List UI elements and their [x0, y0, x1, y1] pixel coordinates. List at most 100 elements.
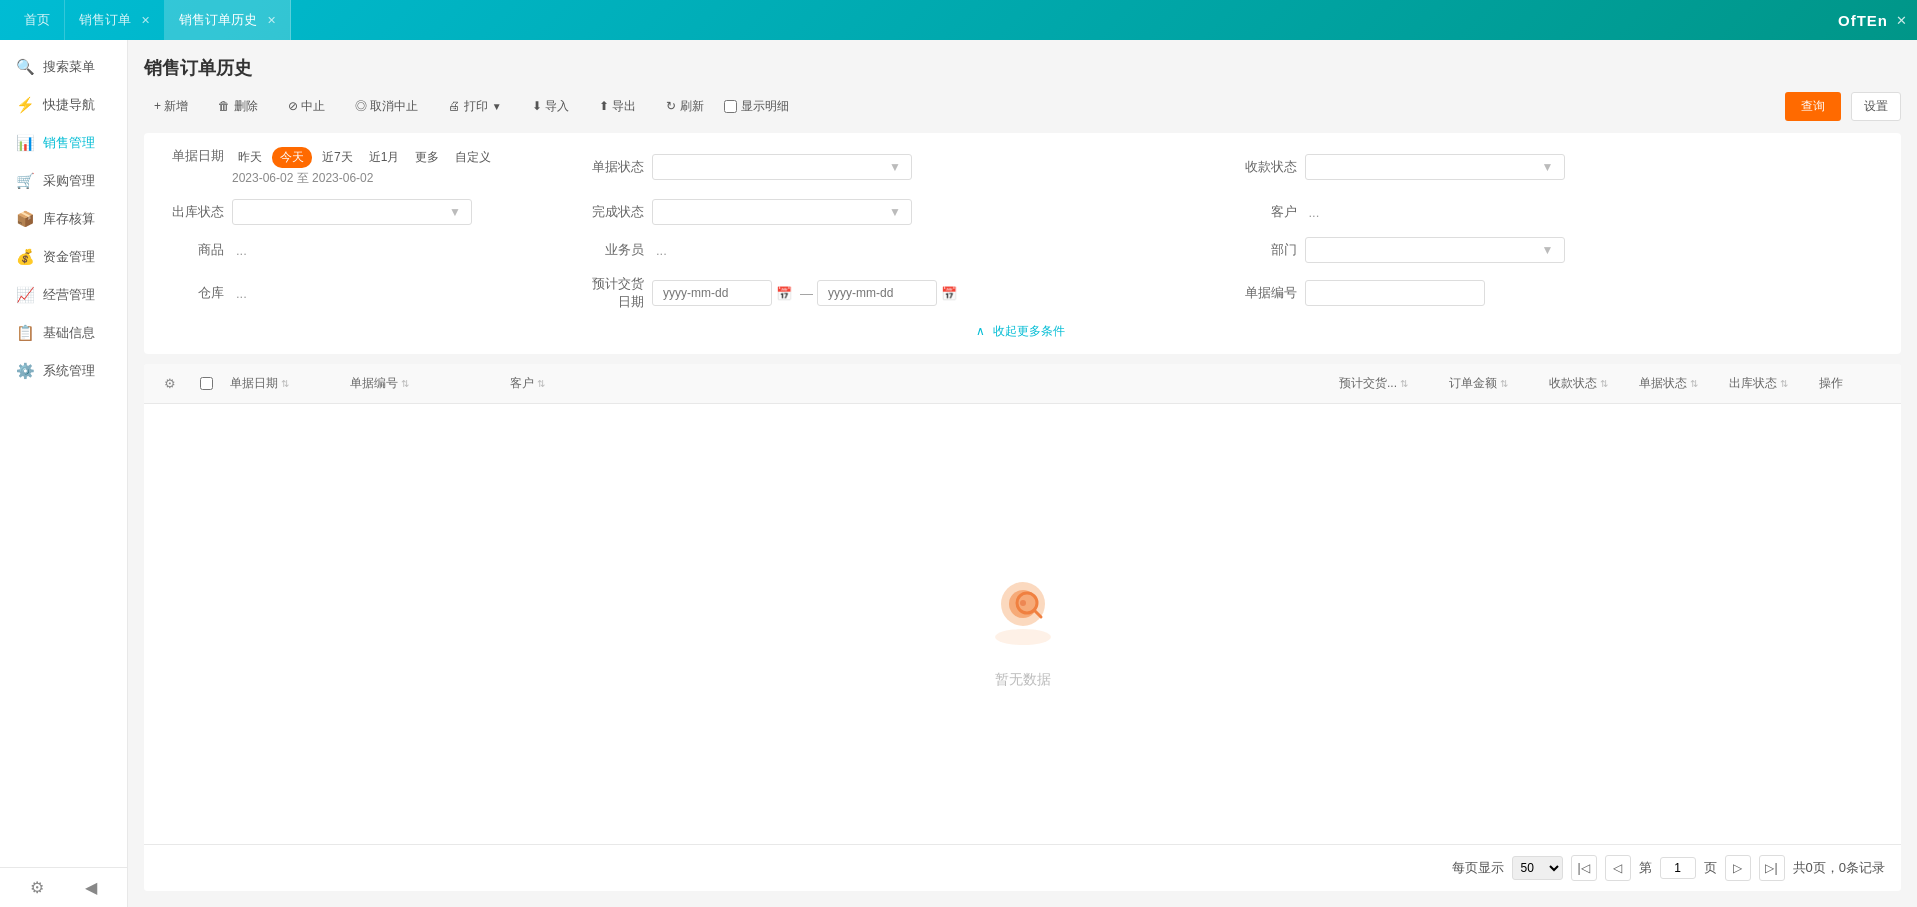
dept-select[interactable]: ▼	[1305, 237, 1565, 263]
sidebar-collapse-icon[interactable]: ◀	[85, 878, 97, 897]
query-button[interactable]: 查询	[1785, 92, 1841, 121]
th-delivery[interactable]: 预计交货... ⇅	[1333, 375, 1443, 392]
date-shortcuts: 昨天 今天 近7天 近1月 更多 自定义	[232, 147, 497, 168]
shortcut-1month[interactable]: 近1月	[363, 147, 406, 168]
th-amount[interactable]: 订单金额 ⇅	[1443, 375, 1543, 392]
collapse-icon: ∧	[976, 324, 985, 338]
date-filter-control: 昨天 今天 近7天 近1月 更多 自定义 2023-06-02 至 2023-0…	[232, 147, 497, 187]
brand-logo: OfTEn	[1838, 12, 1888, 29]
customer-dots[interactable]: ...	[1305, 205, 1324, 220]
table-header: ⚙ 单据日期 ⇅ 单据编号 ⇅ 客户 ⇅ 预计交货...	[144, 364, 1901, 404]
complete-status-label: 完成状态	[580, 203, 652, 221]
shortcut-custom[interactable]: 自定义	[449, 147, 497, 168]
sidebar-item-basic-info[interactable]: 📋 基础信息	[0, 314, 127, 352]
th-date[interactable]: 单据日期 ⇅	[224, 375, 344, 392]
order-no-input[interactable]	[1305, 280, 1485, 306]
shortcut-more[interactable]: 更多	[409, 147, 445, 168]
display-detail-checkbox-group[interactable]: 显示明细	[724, 98, 789, 115]
content-area: 销售订单历史 + 新增 🗑 删除 ⊘ 中止 ◎ 取消中止 🖨 打印 ▼ ⬇ 导入	[128, 40, 1917, 907]
payment-status-label: 收款状态	[1233, 158, 1305, 176]
toolbar: + 新增 🗑 删除 ⊘ 中止 ◎ 取消中止 🖨 打印 ▼ ⬇ 导入 ⬆ 导出	[144, 92, 1901, 121]
th-order-no[interactable]: 单据编号 ⇅	[344, 375, 504, 392]
window-close-icon[interactable]: ✕	[1896, 13, 1907, 28]
stop-button[interactable]: ⊘ 中止	[278, 93, 335, 120]
last-page-button[interactable]: ▷|	[1759, 855, 1785, 881]
main-layout: 🔍 搜索菜单 ⚡ 快捷导航 📊 销售管理 🛒 采购管理 📦 库存核算 💰 资金管…	[0, 40, 1917, 907]
svg-point-0	[995, 629, 1051, 645]
tab-home[interactable]: 首页	[10, 0, 65, 40]
finance-icon: 💰	[16, 248, 35, 266]
print-button[interactable]: 🖨 打印 ▼	[438, 93, 511, 120]
first-page-button[interactable]: |◁	[1571, 855, 1597, 881]
delete-button[interactable]: 🗑 删除	[208, 93, 267, 120]
new-button[interactable]: + 新增	[144, 93, 198, 120]
print-dropdown-icon[interactable]: ▼	[492, 101, 502, 112]
th-payment[interactable]: 收款状态 ⇅	[1543, 375, 1633, 392]
refresh-button[interactable]: ↻ 刷新	[656, 93, 713, 120]
shortcut-yesterday[interactable]: 昨天	[232, 147, 268, 168]
order-no-label: 单据编号	[1233, 284, 1305, 302]
cancel-stop-button[interactable]: ◎ 取消中止	[345, 93, 428, 120]
delivery-date-from-cal[interactable]: 📅	[776, 286, 792, 301]
complete-status-dropdown-icon: ▼	[889, 205, 901, 219]
order-status-dropdown-icon: ▼	[889, 160, 901, 174]
sort-no-icon: ⇅	[401, 378, 409, 389]
sidebar-item-purchase[interactable]: 🛒 采购管理	[0, 162, 127, 200]
sidebar-item-finance[interactable]: 💰 资金管理	[0, 238, 127, 276]
pagination: 每页显示 10 20 50 100 |◁ ◁ 第 页 ▷ ▷| 共0页，0条记录	[144, 844, 1901, 891]
display-detail-checkbox[interactable]	[724, 100, 737, 113]
settings-button[interactable]: 设置	[1851, 92, 1901, 121]
order-status-select[interactable]: ▼	[652, 154, 912, 180]
sort-payment-icon: ⇅	[1600, 378, 1608, 389]
th-status[interactable]: 单据状态 ⇅	[1633, 375, 1723, 392]
collapse-row[interactable]: ∧ 收起更多条件	[160, 323, 1885, 340]
table-settings-icon[interactable]: ⚙	[152, 376, 188, 391]
system-icon: ⚙️	[16, 362, 35, 380]
page-word: 第	[1639, 859, 1652, 877]
page-label: 页	[1704, 859, 1717, 877]
operations-icon: 📈	[16, 286, 35, 304]
tab-sales-order[interactable]: 销售订单 ✕	[65, 0, 165, 40]
complete-status-select[interactable]: ▼	[652, 199, 912, 225]
shortcut-7days[interactable]: 近7天	[316, 147, 359, 168]
import-button[interactable]: ⬇ 导入	[522, 93, 579, 120]
th-out[interactable]: 出库状态 ⇅	[1723, 375, 1813, 392]
tab-sales-order-history[interactable]: 销售订单历史 ✕	[165, 0, 291, 40]
total-records: 共0页，0条记录	[1793, 859, 1885, 877]
sort-status-icon: ⇅	[1690, 378, 1698, 389]
page-number-input[interactable]	[1660, 857, 1696, 879]
sidebar-item-search[interactable]: 🔍 搜索菜单	[0, 48, 127, 86]
export-button[interactable]: ⬆ 导出	[589, 93, 646, 120]
tab-sales-order-history-close[interactable]: ✕	[267, 14, 276, 27]
payment-status-select[interactable]: ▼	[1305, 154, 1565, 180]
inventory-icon: 📦	[16, 210, 35, 228]
sidebar-item-quicknav[interactable]: ⚡ 快捷导航	[0, 86, 127, 124]
per-page-select[interactable]: 10 20 50 100	[1512, 856, 1563, 880]
delivery-date-to[interactable]	[817, 280, 937, 306]
product-dots[interactable]: ...	[232, 243, 251, 258]
basic-info-icon: 📋	[16, 324, 35, 342]
next-page-button[interactable]: ▷	[1725, 855, 1751, 881]
sidebar-bottom: ⚙ ◀	[0, 867, 127, 907]
out-status-dropdown-icon: ▼	[449, 205, 461, 219]
delivery-date-to-cal[interactable]: 📅	[941, 286, 957, 301]
sidebar-item-operations[interactable]: 📈 经营管理	[0, 276, 127, 314]
sidebar-item-system[interactable]: ⚙️ 系统管理	[0, 352, 127, 390]
sidebar-item-inventory[interactable]: 📦 库存核算	[0, 200, 127, 238]
tab-sales-order-close[interactable]: ✕	[141, 14, 150, 27]
payment-status-dropdown-icon: ▼	[1542, 160, 1554, 174]
shortcut-today[interactable]: 今天	[272, 147, 312, 168]
sidebar-item-sales[interactable]: 📊 销售管理	[0, 124, 127, 162]
date-range-display: 2023-06-02 至 2023-06-02	[232, 170, 497, 187]
table-container: ⚙ 单据日期 ⇅ 单据编号 ⇅ 客户 ⇅ 预计交货...	[144, 364, 1901, 891]
filter-row-4: 仓库 ... 预计交货日期 📅 — 📅 单据编号	[160, 275, 1885, 311]
filter-panel: 单据日期 昨天 今天 近7天 近1月 更多 自定义 2023-06-02	[144, 133, 1901, 354]
salesman-dots[interactable]: ...	[652, 243, 671, 258]
table-select-all-checkbox[interactable]	[188, 377, 224, 390]
prev-page-button[interactable]: ◁	[1605, 855, 1631, 881]
warehouse-dots[interactable]: ...	[232, 286, 251, 301]
out-status-select[interactable]: ▼	[232, 199, 472, 225]
sidebar-settings-icon[interactable]: ⚙	[30, 878, 44, 897]
th-customer[interactable]: 客户 ⇅	[504, 375, 1333, 392]
delivery-date-from[interactable]	[652, 280, 772, 306]
